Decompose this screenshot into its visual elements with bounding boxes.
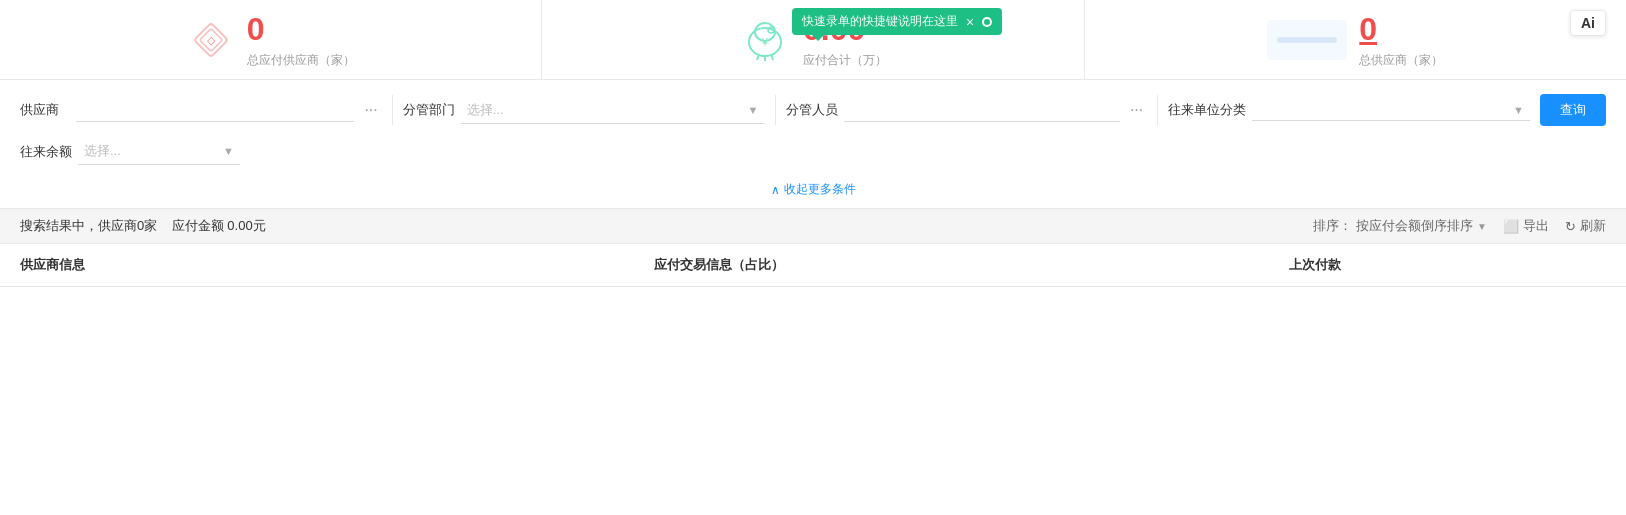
result-separator [161,218,168,233]
stats-bar: ◇ 0 总应付供应商（家） ¥ 0.00 应付合计（万） [0,0,1626,80]
diamond-icon: ◇ [187,16,235,64]
person-dots[interactable]: ··· [1126,101,1147,119]
payable-suppliers-label: 总应付供应商（家） [247,52,355,69]
divider-1 [392,95,393,125]
balance-placeholder: 选择... [84,142,121,160]
sort-label: 排序： [1313,217,1352,235]
person-label: 分管人员 [786,101,838,119]
payable-total-label: 应付合计（万） [803,52,887,69]
tooltip-text: 快速录单的快捷键说明在这里 [802,13,958,30]
result-actions: 排序： 按应付会额倒序排序 ▼ ⬜ 导出 ↻ 刷新 [1313,217,1606,235]
tooltip-close-btn[interactable]: × [966,15,974,29]
dept-label: 分管部门 [403,101,455,119]
divider-3 [1157,95,1158,125]
balance-select[interactable]: 选择... ▼ [78,138,240,165]
export-icon: ⬜ [1503,219,1519,234]
result-info: 搜索结果中，供应商0家 应付金额 0.00元 [20,217,266,235]
export-label: 导出 [1523,217,1549,235]
table-body [0,287,1626,515]
result-bar: 搜索结果中，供应商0家 应付金额 0.00元 排序： 按应付会额倒序排序 ▼ ⬜… [0,209,1626,244]
col-lastpay-header: 上次付款 [1289,256,1606,274]
svg-text:◇: ◇ [207,34,216,46]
category-chevron-icon: ▼ [1513,104,1524,116]
export-button[interactable]: ⬜ 导出 [1503,217,1549,235]
balance-label: 往来余额 [20,143,72,161]
svg-text:¥: ¥ [761,37,768,48]
stat-payable-suppliers: ◇ 0 总应付供应商（家） [0,0,542,79]
filter-balance: 往来余额 选择... ▼ [20,138,240,165]
stat-total-suppliers: 0 总供应商（家） Ai [1085,0,1626,79]
search-button[interactable]: 查询 [1540,94,1606,126]
col-transaction-header: 应付交易信息（占比） [654,256,1288,274]
supplier-dots[interactable]: ··· [360,101,381,119]
sort-option: 按应付会额倒序排序 [1356,217,1473,235]
collapse-label: 收起更多条件 [784,181,856,198]
refresh-button[interactable]: ↻ 刷新 [1565,217,1606,235]
dept-chevron-icon: ▼ [748,104,759,116]
category-label: 往来单位分类 [1168,101,1246,119]
divider-2 [775,95,776,125]
total-suppliers-number: 0 [1359,10,1443,48]
dept-placeholder: 选择... [467,101,504,119]
sort-chevron-icon: ▼ [1477,221,1487,232]
collapse-button[interactable]: ∧ 收起更多条件 [771,181,856,198]
filter-bar: 供应商 ··· 分管部门 选择... ▼ 分管人员 ··· 往来单位分类 [0,80,1626,209]
dept-select[interactable]: 选择... ▼ [461,97,765,124]
result-text: 搜索结果中，供应商0家 [20,218,157,233]
balance-chevron-icon: ▼ [223,145,234,157]
filter-supplier: 供应商 ··· [20,98,382,122]
filter-row-1: 供应商 ··· 分管部门 选择... ▼ 分管人员 ··· 往来单位分类 [20,94,1606,126]
filter-row-2: 往来余额 选择... ▼ [20,138,1606,165]
col-supplier-header: 供应商信息 [20,256,654,274]
collapse-up-icon: ∧ [771,183,780,197]
supplier-label: 供应商 [20,101,70,119]
result-amount: 应付金额 0.00元 [172,218,266,233]
filter-person: 分管人员 ··· [786,98,1148,122]
table-header: 供应商信息 应付交易信息（占比） 上次付款 [0,244,1626,287]
stat-payable-total: ¥ 0.00 应付合计（万） 快速录单的快捷键说明在这里 × [542,0,1084,79]
piggy-icon: ¥ [739,14,791,66]
tooltip-dot [982,17,992,27]
filter-category: 往来单位分类 ▼ [1168,100,1530,121]
collapse-row: ∧ 收起更多条件 [20,177,1606,208]
category-select[interactable]: ▼ [1252,100,1530,121]
refresh-label: 刷新 [1580,217,1606,235]
ai-badge[interactable]: Ai [1570,10,1606,36]
tooltip-bubble: 快速录单的快捷键说明在这里 × [792,8,1002,35]
total-suppliers-label: 总供应商（家） [1359,52,1443,69]
sort-select[interactable]: 排序： 按应付会额倒序排序 ▼ [1313,217,1487,235]
payable-suppliers-number: 0 [247,10,355,48]
refresh-icon: ↻ [1565,219,1576,234]
person-input[interactable] [844,98,1120,122]
filter-dept: 分管部门 选择... ▼ [403,97,765,124]
supplier-input[interactable] [76,98,354,122]
